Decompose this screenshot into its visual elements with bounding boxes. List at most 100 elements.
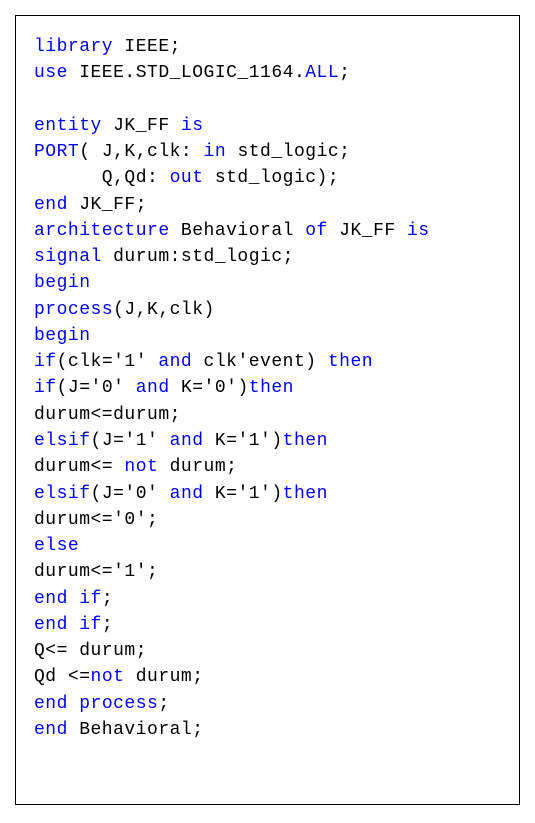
- keyword-token: PORT: [34, 142, 79, 162]
- code-line: [34, 87, 501, 113]
- keyword-token: if: [79, 589, 102, 609]
- code-token: ;: [158, 694, 169, 714]
- keyword-token: then: [283, 431, 328, 451]
- code-token: durum;: [124, 667, 203, 687]
- keyword-token: out: [170, 168, 204, 188]
- code-token: [68, 615, 79, 635]
- code-token: IEEE;: [113, 37, 181, 57]
- code-token: Qd <=: [34, 667, 91, 687]
- code-token: std_logic;: [226, 142, 350, 162]
- keyword-token: end: [34, 615, 68, 635]
- keyword-token: entity: [34, 116, 102, 136]
- code-token: ( J,K,clk:: [79, 142, 203, 162]
- keyword-token: end: [34, 195, 68, 215]
- code-token: Q<= durum;: [34, 641, 147, 661]
- keyword-token: end: [34, 694, 68, 714]
- code-line: architecture Behavioral of JK_FF is: [34, 218, 501, 244]
- code-token: durum<=durum;: [34, 405, 181, 425]
- code-token: durum:std_logic;: [102, 247, 294, 267]
- code-token: ;: [102, 589, 113, 609]
- keyword-token: not: [91, 667, 125, 687]
- keyword-token: elsif: [34, 431, 91, 451]
- code-token: Behavioral: [170, 221, 306, 241]
- code-token: JK_FF: [328, 221, 407, 241]
- code-line: PORT( J,K,clk: in std_logic;: [34, 139, 501, 165]
- code-token: (J='1': [91, 431, 170, 451]
- keyword-token: and: [158, 352, 192, 372]
- keyword-token: if: [79, 615, 102, 635]
- code-token: ;: [102, 615, 113, 635]
- code-token: K='0'): [170, 378, 249, 398]
- code-token: [34, 90, 45, 110]
- keyword-token: begin: [34, 326, 91, 346]
- code-token: K='1'): [204, 431, 283, 451]
- keyword-token: begin: [34, 273, 91, 293]
- code-line: if(J='0' and K='0')then: [34, 375, 501, 401]
- keyword-token: elsif: [34, 484, 91, 504]
- keyword-token: end: [34, 720, 68, 740]
- code-token: IEEE.STD_LOGIC_1164.: [68, 63, 305, 83]
- code-line: durum<='1';: [34, 559, 501, 585]
- code-block: library IEEE;use IEEE.STD_LOGIC_1164.ALL…: [15, 15, 520, 805]
- code-line: durum<= not durum;: [34, 454, 501, 480]
- keyword-token: architecture: [34, 221, 170, 241]
- keyword-token: is: [407, 221, 430, 241]
- keyword-token: in: [204, 142, 227, 162]
- keyword-token: if: [34, 352, 57, 372]
- code-token: JK_FF;: [68, 195, 147, 215]
- keyword-token: use: [34, 63, 68, 83]
- code-line: end if;: [34, 612, 501, 638]
- code-line: signal durum:std_logic;: [34, 244, 501, 270]
- keyword-token: process: [79, 694, 158, 714]
- code-line: Qd <=not durum;: [34, 664, 501, 690]
- keyword-token: and: [170, 484, 204, 504]
- code-token: [68, 589, 79, 609]
- code-token: durum<='0';: [34, 510, 158, 530]
- code-token: std_logic);: [204, 168, 340, 188]
- code-token: durum<='1';: [34, 562, 158, 582]
- code-line: begin: [34, 323, 501, 349]
- keyword-token: library: [34, 37, 113, 57]
- code-line: process(J,K,clk): [34, 297, 501, 323]
- keyword-token: and: [136, 378, 170, 398]
- keyword-token: signal: [34, 247, 102, 267]
- code-token: [68, 694, 79, 714]
- keyword-token: then: [328, 352, 373, 372]
- code-line: elsif(J='1' and K='1')then: [34, 428, 501, 454]
- code-line: library IEEE;: [34, 34, 501, 60]
- keyword-token: then: [249, 378, 294, 398]
- code-token: JK_FF: [102, 116, 181, 136]
- code-token: (J='0': [57, 378, 136, 398]
- keyword-token: is: [181, 116, 204, 136]
- keyword-token: else: [34, 536, 79, 556]
- code-line: end if;: [34, 586, 501, 612]
- keyword-token: of: [305, 221, 328, 241]
- code-token: (J,K,clk): [113, 300, 215, 320]
- code-token: K='1'): [204, 484, 283, 504]
- code-line: end Behavioral;: [34, 717, 501, 743]
- code-line: else: [34, 533, 501, 559]
- code-token: (J='0': [91, 484, 170, 504]
- code-token: ;: [339, 63, 350, 83]
- code-line: use IEEE.STD_LOGIC_1164.ALL;: [34, 60, 501, 86]
- code-token: durum<=: [34, 457, 124, 477]
- code-line: if(clk='1' and clk'event) then: [34, 349, 501, 375]
- code-line: Q<= durum;: [34, 638, 501, 664]
- code-token: (clk='1': [57, 352, 159, 372]
- code-token: clk'event): [192, 352, 328, 372]
- code-line: begin: [34, 270, 501, 296]
- code-line: durum<='0';: [34, 507, 501, 533]
- keyword-token: end: [34, 589, 68, 609]
- code-line: entity JK_FF is: [34, 113, 501, 139]
- code-line: Q,Qd: out std_logic);: [34, 165, 501, 191]
- code-line: end JK_FF;: [34, 192, 501, 218]
- keyword-token: then: [283, 484, 328, 504]
- code-token: Q,Qd:: [34, 168, 170, 188]
- code-token: durum;: [158, 457, 237, 477]
- keyword-token: and: [170, 431, 204, 451]
- keyword-token: if: [34, 378, 57, 398]
- keyword-token: ALL: [305, 63, 339, 83]
- code-line: durum<=durum;: [34, 402, 501, 428]
- keyword-token: not: [124, 457, 158, 477]
- code-line: end process;: [34, 691, 501, 717]
